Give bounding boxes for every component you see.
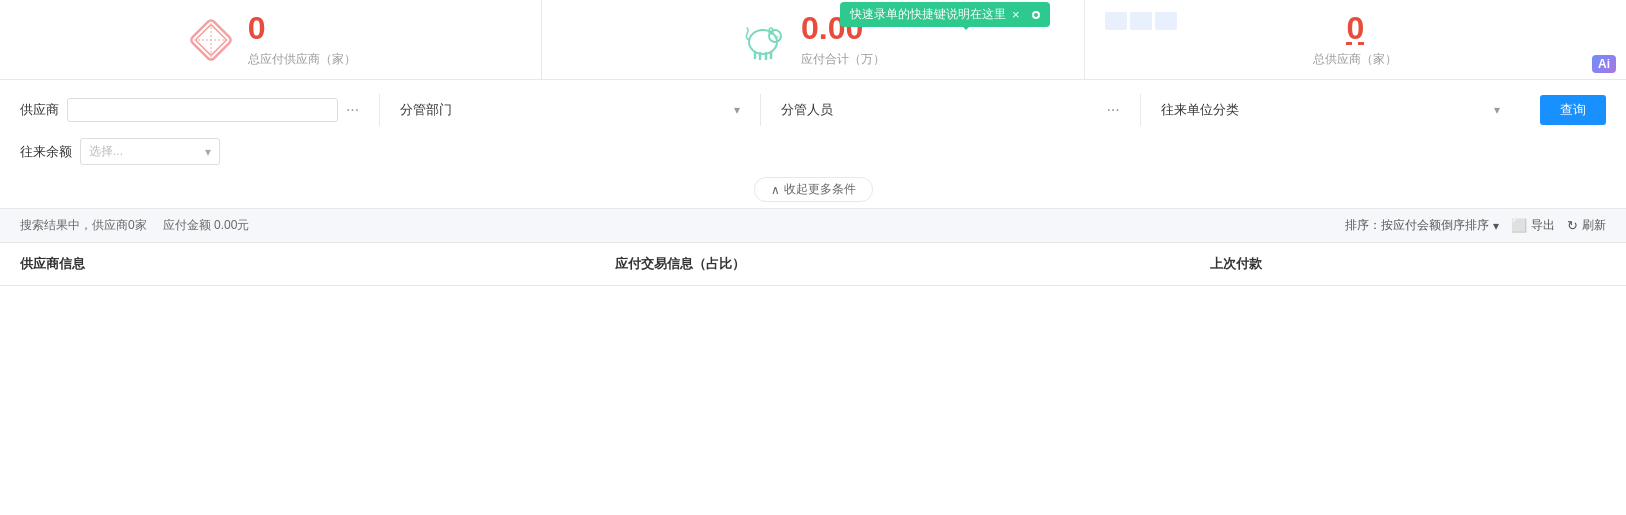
collapse-bar: ∧ 收起更多条件: [20, 177, 1606, 202]
sort-select[interactable]: 排序：按应付会额倒序排序 ▾: [1345, 217, 1499, 234]
col-header-last-payment: 上次付款: [1210, 255, 1607, 273]
collapse-label: 收起更多条件: [784, 181, 856, 198]
supplier-count-text: 搜索结果中，供应商0家: [20, 217, 147, 234]
tooltip-dot: [1032, 11, 1040, 19]
unit-category-input[interactable]: [1247, 103, 1494, 118]
query-button[interactable]: 查询: [1540, 95, 1606, 125]
unit-category-label: 往来单位分类: [1161, 101, 1239, 119]
supplier-input-box[interactable]: [67, 98, 338, 122]
yue-arrow-icon: ▾: [205, 145, 211, 159]
collapse-button[interactable]: ∧ 收起更多条件: [754, 177, 873, 202]
department-label: 分管部门: [400, 101, 452, 119]
department-arrow[interactable]: ▾: [734, 103, 740, 117]
sort-arrow-icon: ▾: [1493, 219, 1499, 233]
refresh-icon: ↻: [1567, 218, 1578, 233]
svg-point-6: [774, 35, 779, 38]
filter-department: 分管部门 ▾: [400, 94, 760, 126]
manager-input[interactable]: [841, 103, 1107, 118]
filter-manager: 分管人员 ···: [781, 94, 1141, 126]
ai-badge: Ai: [1592, 55, 1616, 73]
sort-label: 排序：按应付会额倒序排序: [1345, 217, 1489, 234]
supplier-input[interactable]: [76, 103, 329, 117]
filter-supplier: 供应商 ···: [20, 94, 380, 126]
table-header: 供应商信息 应付交易信息（占比） 上次付款: [0, 243, 1626, 286]
yue-select[interactable]: 选择... ▾: [80, 138, 220, 165]
stat-item-payable-total: 0.00 应付合计（万） 快速录单的快捷键说明在这里 ×: [542, 0, 1084, 79]
col-header-supplier: 供应商信息: [20, 255, 615, 273]
table-body: [0, 286, 1626, 515]
total-suppliers-payable-label: 总应付供应商（家）: [248, 51, 356, 68]
total-suppliers-label: 总供应商（家）: [1313, 51, 1397, 68]
refresh-label: 刷新: [1582, 217, 1606, 234]
col-header-transaction: 应付交易信息（占比）: [615, 255, 1210, 273]
payable-total-label: 应付合计（万）: [801, 51, 885, 68]
amount-text: 应付金额 0.00元: [163, 217, 250, 234]
filter-unit-category: 往来单位分类 ▾: [1161, 94, 1520, 126]
piggy-bank-icon: [741, 16, 789, 64]
supplier-label: 供应商: [20, 101, 59, 119]
export-button[interactable]: ⬜ 导出: [1511, 217, 1555, 234]
export-icon: ⬜: [1511, 218, 1527, 233]
tooltip-text: 快速录单的快捷键说明在这里: [850, 6, 1006, 23]
filter-row-1: 供应商 ··· 分管部门 ▾ 分管人员 ··· 往来单位分类 ▾ 查询: [20, 94, 1606, 126]
shortcut-tooltip: 快速录单的快捷键说明在这里 ×: [840, 2, 1050, 27]
collapse-chevron-icon: ∧: [771, 183, 780, 197]
export-label: 导出: [1531, 217, 1555, 234]
diamond-logo-icon: [186, 15, 236, 65]
total-suppliers-payable-number: 0: [248, 11, 266, 46]
filter-row-2: 往来余额 选择... ▾: [20, 138, 1606, 165]
filters-area: 供应商 ··· 分管部门 ▾ 分管人员 ··· 往来单位分类 ▾ 查询 往来余额: [0, 80, 1626, 209]
manager-dots-button[interactable]: ···: [1106, 101, 1119, 119]
unit-category-arrow[interactable]: ▾: [1494, 103, 1500, 117]
result-bar-left: 搜索结果中，供应商0家 应付金额 0.00元: [20, 217, 249, 234]
stat-item-total-suppliers: 0 总供应商（家） Ai: [1085, 0, 1626, 79]
yue-placeholder: 选择...: [89, 143, 199, 160]
box-icons: [1105, 12, 1177, 30]
result-bar: 搜索结果中，供应商0家 应付金额 0.00元 排序：按应付会额倒序排序 ▾ ⬜ …: [0, 209, 1626, 243]
stat-item-suppliers-payable: 0 总应付供应商（家）: [0, 0, 542, 79]
tooltip-close-button[interactable]: ×: [1012, 8, 1020, 21]
refresh-button[interactable]: ↻ 刷新: [1567, 217, 1606, 234]
result-bar-right: 排序：按应付会额倒序排序 ▾ ⬜ 导出 ↻ 刷新: [1345, 217, 1606, 234]
manager-label: 分管人员: [781, 101, 833, 119]
stats-bar: 0 总应付供应商（家） 0.00 应付合计（万）: [0, 0, 1626, 80]
total-suppliers-number: 0: [1346, 11, 1364, 46]
yue-label: 往来余额: [20, 143, 72, 161]
supplier-dots-button[interactable]: ···: [346, 101, 359, 119]
department-input[interactable]: [460, 103, 733, 118]
